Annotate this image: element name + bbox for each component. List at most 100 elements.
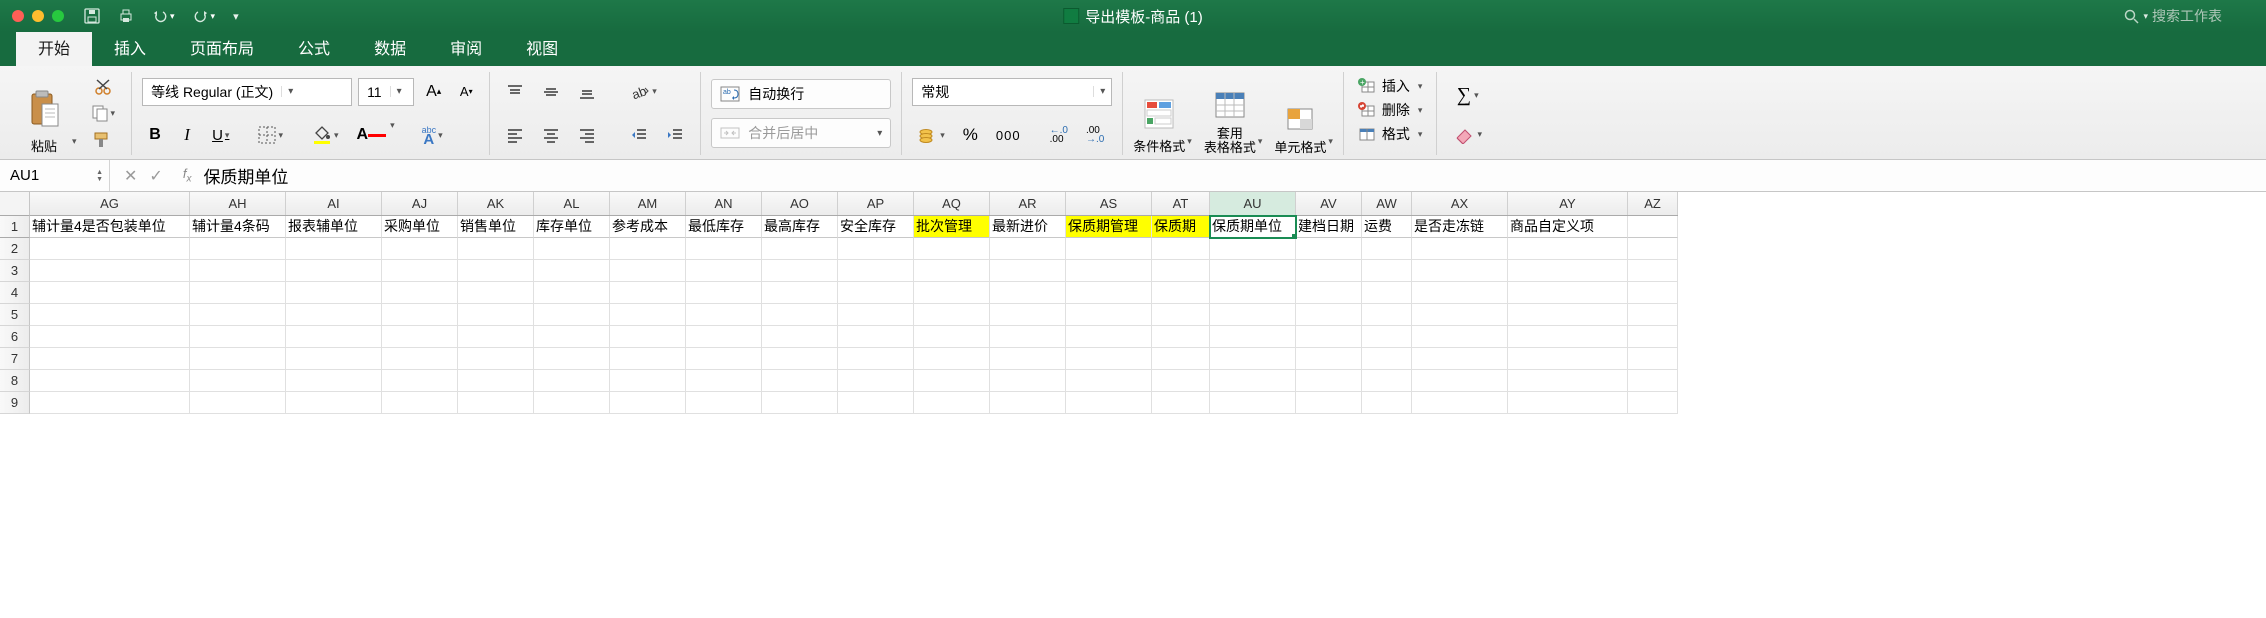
align-center-button[interactable] <box>536 122 566 148</box>
cell-AX9[interactable] <box>1412 392 1508 414</box>
cell-AW2[interactable] <box>1362 238 1412 260</box>
cell-AI7[interactable] <box>286 348 382 370</box>
save-icon[interactable] <box>84 8 100 24</box>
tab-insert[interactable]: 插入 <box>92 27 168 66</box>
cell-AZ5[interactable] <box>1628 304 1678 326</box>
cell-AT8[interactable] <box>1152 370 1210 392</box>
cell-AK9[interactable] <box>458 392 534 414</box>
cell-AZ3[interactable] <box>1628 260 1678 282</box>
cell-AM8[interactable] <box>610 370 686 392</box>
undo-button[interactable]: ▾ <box>152 9 175 23</box>
cell-AJ2[interactable] <box>382 238 458 260</box>
align-left-button[interactable] <box>500 122 530 148</box>
cell-AU5[interactable] <box>1210 304 1296 326</box>
column-header-AP[interactable]: AP <box>838 192 914 215</box>
cell-AL9[interactable] <box>534 392 610 414</box>
row-header-8[interactable]: 8 <box>0 370 30 392</box>
cell-AZ6[interactable] <box>1628 326 1678 348</box>
column-header-AO[interactable]: AO <box>762 192 838 215</box>
cell-AY7[interactable] <box>1508 348 1628 370</box>
cell-AY5[interactable] <box>1508 304 1628 326</box>
cell-AR5[interactable] <box>990 304 1066 326</box>
insert-cells-button[interactable]: + 插入▾ <box>1354 74 1427 98</box>
column-header-AW[interactable]: AW <box>1362 192 1412 215</box>
cell-AG2[interactable] <box>30 238 190 260</box>
cell-AT4[interactable] <box>1152 282 1210 304</box>
align-top-button[interactable] <box>500 79 530 105</box>
name-box[interactable]: AU1 ▲▼ <box>0 160 110 191</box>
cell-AP8[interactable] <box>838 370 914 392</box>
print-icon[interactable] <box>118 8 134 24</box>
cell-AN9[interactable] <box>686 392 762 414</box>
cell-AH3[interactable] <box>190 260 286 282</box>
cell-AP7[interactable] <box>838 348 914 370</box>
cell-AW7[interactable] <box>1362 348 1412 370</box>
cell-AL1[interactable]: 库存单位 <box>534 216 610 238</box>
cell-AX7[interactable] <box>1412 348 1508 370</box>
cell-AS8[interactable] <box>1066 370 1152 392</box>
percent-button[interactable]: % <box>957 121 984 149</box>
merge-center-button[interactable]: 合并后居中 ▾ <box>711 118 891 148</box>
cell-AQ6[interactable] <box>914 326 990 348</box>
row-header-2[interactable]: 2 <box>0 238 30 260</box>
cell-AQ2[interactable] <box>914 238 990 260</box>
cell-AV5[interactable] <box>1296 304 1362 326</box>
cell-AN3[interactable] <box>686 260 762 282</box>
align-right-button[interactable] <box>572 122 602 148</box>
cell-AQ4[interactable] <box>914 282 990 304</box>
cell-AR2[interactable] <box>990 238 1066 260</box>
cell-AR9[interactable] <box>990 392 1066 414</box>
cell-AJ8[interactable] <box>382 370 458 392</box>
cell-AR8[interactable] <box>990 370 1066 392</box>
paste-button[interactable]: 粘贴 <box>18 72 70 155</box>
formula-input[interactable] <box>197 164 2266 188</box>
cell-AP1[interactable]: 安全库存 <box>838 216 914 238</box>
conditional-formatting-button[interactable]: 条件格式 <box>1133 72 1185 155</box>
cell-AJ5[interactable] <box>382 304 458 326</box>
format-painter-button[interactable] <box>85 127 122 153</box>
cell-AI9[interactable] <box>286 392 382 414</box>
decrease-indent-button[interactable] <box>624 122 654 148</box>
cell-AI4[interactable] <box>286 282 382 304</box>
name-box-stepper[interactable]: ▲▼ <box>96 169 103 183</box>
cell-AV6[interactable] <box>1296 326 1362 348</box>
cell-AS5[interactable] <box>1066 304 1152 326</box>
cell-AZ2[interactable] <box>1628 238 1678 260</box>
wrap-text-button[interactable]: ab 自动换行 <box>711 79 891 109</box>
cell-AQ5[interactable] <box>914 304 990 326</box>
cell-AI5[interactable] <box>286 304 382 326</box>
cell-AI6[interactable] <box>286 326 382 348</box>
cell-AH7[interactable] <box>190 348 286 370</box>
cell-AM5[interactable] <box>610 304 686 326</box>
cell-AH1[interactable]: 辅计量4条码 <box>190 216 286 238</box>
cell-AO6[interactable] <box>762 326 838 348</box>
cell-AQ9[interactable] <box>914 392 990 414</box>
column-header-AY[interactable]: AY <box>1508 192 1628 215</box>
column-header-AU[interactable]: AU <box>1210 192 1296 215</box>
row-header-5[interactable]: 5 <box>0 304 30 326</box>
cell-AI8[interactable] <box>286 370 382 392</box>
cell-AQ8[interactable] <box>914 370 990 392</box>
cell-AU9[interactable] <box>1210 392 1296 414</box>
format-as-table-dropdown[interactable]: ▾ <box>1258 136 1263 147</box>
row-header-4[interactable]: 4 <box>0 282 30 304</box>
cell-AS6[interactable] <box>1066 326 1152 348</box>
close-window[interactable] <box>12 10 24 22</box>
column-header-AN[interactable]: AN <box>686 192 762 215</box>
column-header-AK[interactable]: AK <box>458 192 534 215</box>
cell-AS3[interactable] <box>1066 260 1152 282</box>
column-header-AQ[interactable]: AQ <box>914 192 990 215</box>
cell-AL6[interactable] <box>534 326 610 348</box>
cell-AM6[interactable] <box>610 326 686 348</box>
cell-AK2[interactable] <box>458 238 534 260</box>
cell-AL7[interactable] <box>534 348 610 370</box>
tab-review[interactable]: 审阅 <box>428 27 504 66</box>
cell-AG9[interactable] <box>30 392 190 414</box>
cell-AZ9[interactable] <box>1628 392 1678 414</box>
row-header-6[interactable]: 6 <box>0 326 30 348</box>
cell-AY4[interactable] <box>1508 282 1628 304</box>
cell-AV2[interactable] <box>1296 238 1362 260</box>
cell-AN2[interactable] <box>686 238 762 260</box>
cell-AH8[interactable] <box>190 370 286 392</box>
row-header-1[interactable]: 1 <box>0 216 30 238</box>
